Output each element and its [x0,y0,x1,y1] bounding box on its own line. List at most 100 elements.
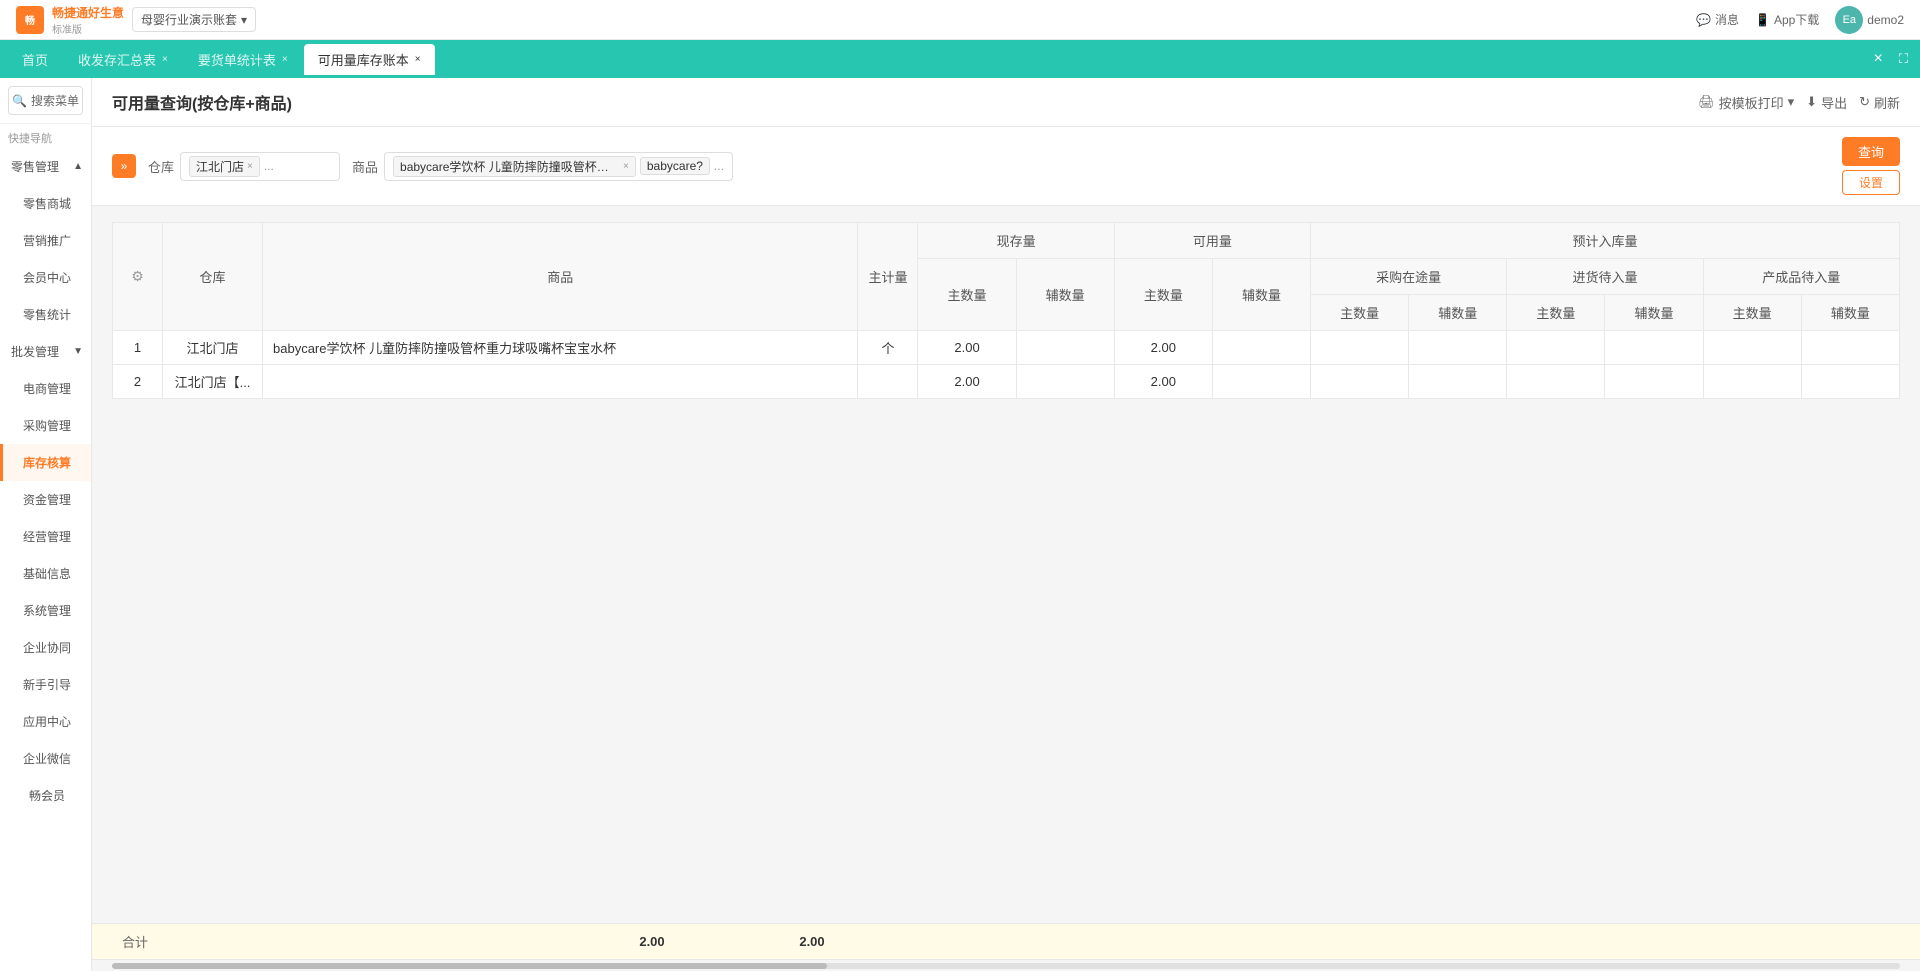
sidebar-item-system[interactable]: 系统管理 [0,592,91,629]
cell-purchase-main [1311,365,1409,399]
template-print-button[interactable]: 🖨 按模板打印 ▾ [1698,93,1794,112]
cell-avail-main: 2.00 [1114,365,1212,399]
top-bar: 畅 畅捷通好生意 标准版 母婴行业演示账套 ▾ 💬 消息 📱 App下载 Ea … [0,0,1920,40]
tab-home[interactable]: 首页 [8,44,62,75]
cell-avail-aux [1212,331,1310,365]
search-menu-button[interactable]: 🔍 搜索菜单 [8,86,83,115]
cell-stock-aux [1016,365,1114,399]
cell-purchase-main [1311,331,1409,365]
table-row: 2 江北门店【... 2.00 2.00 [113,365,1900,399]
th-products-pending: 产成品待入量 [1703,259,1899,295]
content-area: 可用量查询(按仓库+商品) 🖨 按模板打印 ▾ ⬇ 导出 ↻ 刷新 » [92,78,1920,971]
scroll-thumb[interactable] [112,963,827,969]
top-bar-right: 💬 消息 📱 App下载 Ea demo2 [1696,6,1904,34]
tab-order-stats[interactable]: 要货单统计表 × [184,44,302,75]
brand-name: 畅捷通好生意 [52,4,124,21]
brand-logo: 畅 [16,6,44,34]
brand-sub: 标准版 [52,21,124,36]
th-available: 可用量 [1114,223,1310,259]
th-inbound-aux: 辅数量 [1605,295,1703,331]
sidebar-item-wholesale-mgmt[interactable]: 批发管理 ▼ [0,333,91,370]
product-filter-more[interactable]: ... [714,159,724,173]
warehouse-filter-group: 仓库 江北门店 × ... [148,152,340,181]
sidebar-item-inventory[interactable]: 库存核算 [0,444,91,481]
cell-inbound-main [1507,365,1605,399]
message-action[interactable]: 💬 消息 [1696,11,1739,28]
sidebar-item-ecommerce[interactable]: 电商管理 [0,370,91,407]
warehouse-tag-jiangbei: 江北门店 × [189,156,260,177]
cell-stock-main: 2.00 [918,331,1016,365]
th-products-aux: 辅数量 [1801,295,1899,331]
th-main-unit: 主计量 [858,223,918,331]
footer-avail-main: 2.00 [772,934,852,949]
scroll-track[interactable] [112,963,1900,969]
expand-filter-button[interactable]: » [112,154,136,178]
chevron-icon: ▼ [73,346,83,357]
product-tag-babycare: babycare学饮杯 儿童防摔防撞吸管杯重力球吸嘴杯宝宝水杯 × [393,156,636,177]
user-avatar[interactable]: Ea demo2 [1835,6,1904,34]
cell-products-main [1703,365,1801,399]
th-current-stock: 现存量 [918,223,1114,259]
main-layout: 🔍 搜索菜单 快捷导航 零售管理 ▲ 零售商城 营销推广 会员中心 零售统计 批… [0,78,1920,971]
print-icon: 🖨 [1698,94,1715,110]
sidebar-item-basic-info[interactable]: 基础信息 [0,555,91,592]
query-button[interactable]: 查询 [1842,137,1900,166]
cell-warehouse: 江北门店【... [163,365,263,399]
th-settings: ⚙ [113,223,163,331]
cell-product: babycare学饮杯 儿童防摔防撞吸管杯重力球吸嘴杯宝宝水杯 [263,331,858,365]
app-download-action[interactable]: 📱 App下载 [1755,11,1819,28]
sidebar-nav-label: 快捷导航 [0,124,91,148]
brand-info: 畅捷通好生意 标准版 [52,4,124,36]
warehouse-filter-more[interactable]: ... [264,159,274,173]
sidebar-item-wechat[interactable]: 企业微信 [0,740,91,777]
sidebar-item-retail-mgmt[interactable]: 零售管理 ▲ [0,148,91,185]
chevron-down-icon: ▾ [1788,94,1795,110]
settings-button[interactable]: 设置 [1842,170,1900,195]
cell-purchase-aux [1409,365,1507,399]
cell-inbound-aux [1605,365,1703,399]
th-avail-aux: 辅数量 [1212,259,1310,331]
expand-button[interactable]: ⛶ [1895,49,1912,69]
refresh-icon: ↻ [1859,94,1870,110]
chevron-icon: ▲ [73,161,83,172]
table-scroll-bar [92,959,1920,971]
tab-close-receive-summary[interactable]: × [162,54,168,65]
sidebar-item-guide[interactable]: 新手引导 [0,666,91,703]
product-filter-tags[interactable]: babycare学饮杯 儿童防摔防撞吸管杯重力球吸嘴杯宝宝水杯 × babyca… [384,152,733,181]
tab-close-available-stock[interactable]: × [415,54,421,65]
sidebar-item-retail-stats[interactable]: 零售统计 [0,296,91,333]
sidebar-item-enterprise[interactable]: 企业协同 [0,629,91,666]
product-tag-close-1[interactable]: × [623,161,629,172]
th-stock-aux: 辅数量 [1016,259,1114,331]
refresh-button[interactable]: ↻ 刷新 [1859,93,1900,112]
industry-select[interactable]: 母婴行业演示账套 ▾ [132,7,256,32]
warehouse-tag-close[interactable]: × [247,161,253,172]
sidebar-item-members[interactable]: 会员中心 [0,259,91,296]
sidebar-item-operations[interactable]: 经营管理 [0,518,91,555]
column-settings-icon[interactable]: ⚙ [131,268,144,284]
close-all-tabs-button[interactable]: × [1870,48,1887,70]
cell-products-aux [1801,331,1899,365]
cell-stock-main: 2.00 [918,365,1016,399]
th-products-main: 主数量 [1703,295,1801,331]
cell-product [263,365,858,399]
warehouse-filter-tags[interactable]: 江北门店 × ... [180,152,340,181]
sidebar-item-purchase[interactable]: 采购管理 [0,407,91,444]
tab-available-stock[interactable]: 可用量库存账本 × [304,44,435,75]
search-icon: 🔍 [12,94,27,108]
avatar: Ea [1835,6,1863,34]
sidebar-item-retail-mall[interactable]: 零售商城 [0,185,91,222]
th-inbound-main: 主数量 [1507,295,1605,331]
tab-close-order-stats[interactable]: × [282,54,288,65]
export-button[interactable]: ⬇ 导出 [1806,93,1847,112]
sidebar-item-app-center[interactable]: 应用中心 [0,703,91,740]
sidebar-item-marketing[interactable]: 营销推广 [0,222,91,259]
th-planned-in: 预计入库量 [1311,223,1900,259]
sidebar-item-vip[interactable]: 畅会员 [0,777,91,814]
tab-receive-summary[interactable]: 收发存汇总表 × [64,44,182,75]
page-title: 可用量查询(按仓库+商品) [112,90,292,114]
export-icon: ⬇ [1806,94,1817,110]
cell-stock-aux [1016,331,1114,365]
sidebar-item-finance[interactable]: 资金管理 [0,481,91,518]
cell-rownum: 1 [113,331,163,365]
